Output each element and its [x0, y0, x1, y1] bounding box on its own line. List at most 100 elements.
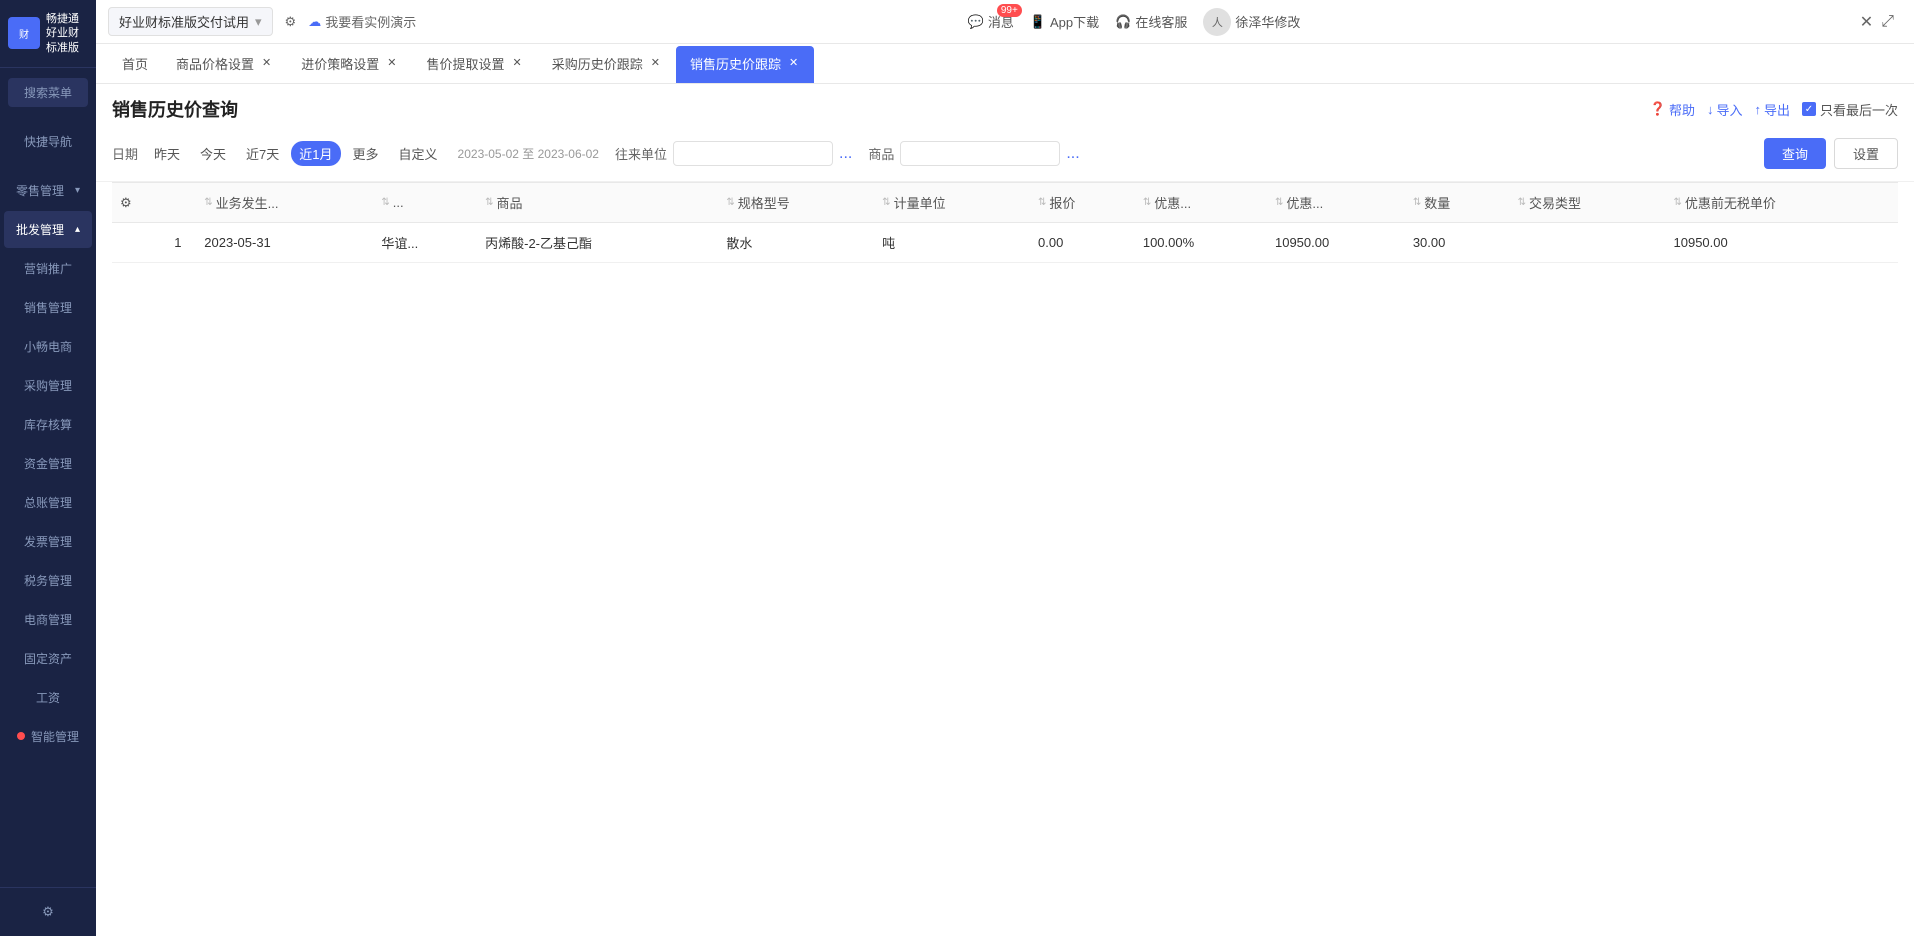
sidebar-item-sales[interactable]: 销售管理: [4, 289, 92, 326]
sidebar-item-tax[interactable]: 税务管理: [4, 562, 92, 599]
messages-button[interactable]: 💬 消息 99+: [968, 12, 1014, 31]
page-title: 销售历史价查询: [112, 96, 238, 122]
cell-business-date: 2023-05-31: [196, 223, 373, 263]
date-option-last7[interactable]: 近7天: [238, 141, 287, 166]
smart-dot-indicator: [17, 732, 25, 740]
cell-pretax-price: 10950.00: [1666, 223, 1899, 263]
query-button[interactable]: 查询: [1764, 138, 1826, 169]
user-menu[interactable]: 人 徐泽华修改: [1203, 8, 1300, 36]
col-no: [166, 183, 196, 223]
col-price[interactable]: ⇅ 报价: [1030, 183, 1135, 223]
sort-icon-price: ⇅: [1038, 197, 1046, 208]
col-spec[interactable]: ⇅ 规格型号: [718, 183, 874, 223]
headset-icon: 🎧: [1115, 14, 1131, 30]
import-button[interactable]: ↓ 导入: [1707, 100, 1743, 119]
cell-config: [112, 223, 166, 263]
sidebar-bottom: ⚙: [0, 887, 96, 936]
tab-sale-history[interactable]: 销售历史价跟踪 ✕: [676, 46, 814, 83]
date-option-custom[interactable]: 自定义: [391, 141, 446, 166]
from-unit-dots-button[interactable]: ...: [839, 145, 852, 163]
table-header-row: ⚙ ⇅ 业务发生... ⇅ ...: [112, 183, 1898, 223]
cell-no: 1: [166, 223, 196, 263]
help-button[interactable]: ❓ 帮助: [1650, 100, 1695, 119]
sidebar-item-ledger[interactable]: 总账管理: [4, 484, 92, 521]
tab-purchase-strategy[interactable]: 进价策略设置 ✕: [287, 46, 412, 83]
from-unit-filter-group: 往来单位 ...: [615, 141, 852, 166]
sidebar-item-capital[interactable]: 资金管理: [4, 445, 92, 482]
tab-close-purchase-history[interactable]: ✕: [649, 57, 662, 70]
sidebar-item-payroll[interactable]: 工资: [4, 679, 92, 716]
app-download-button[interactable]: 📱 App下载: [1030, 12, 1099, 31]
sidebar-item-ecommerce[interactable]: 电商管理: [4, 601, 92, 638]
from-unit-input[interactable]: [673, 141, 833, 166]
sort-icon-more: ⇅: [381, 197, 389, 208]
chevron-icon: ▴: [75, 224, 80, 235]
tab-home[interactable]: 首页: [108, 46, 162, 83]
col-business-date[interactable]: ⇅ 业务发生...: [196, 183, 373, 223]
product-dots-button[interactable]: ...: [1066, 145, 1079, 163]
table-row: 1 2023-05-31 华谊... 丙烯酸-2-乙基己酯 散水 吨 0.00 …: [112, 223, 1898, 263]
sidebar-item-fixed-assets[interactable]: 固定资产: [4, 640, 92, 677]
col-discount2[interactable]: ⇅ 优惠...: [1267, 183, 1405, 223]
cell-unit: 吨: [874, 223, 1030, 263]
sidebar-item-wholesale[interactable]: 批发管理 ▴: [4, 211, 92, 248]
date-option-last1m[interactable]: 近1月: [291, 141, 340, 166]
date-option-more[interactable]: 更多: [345, 141, 387, 166]
sort-asc-icon: ⇅: [204, 197, 212, 208]
sidebar-logo: 财 畅捷通好业财标准版: [0, 0, 96, 68]
tab-close-purchase-strategy[interactable]: ✕: [385, 57, 398, 70]
col-qty[interactable]: ⇅ 数量: [1405, 183, 1510, 223]
maximize-window-button[interactable]: ⤢: [1881, 13, 1894, 31]
sidebar-item-marketing[interactable]: 营销推广: [4, 250, 92, 287]
main-area: 好业财标准版交付试用 ▾ ⚙ ☁ 我要看实例演示 💬 消息 99+ 📱 App下…: [96, 0, 1914, 936]
edition-selector[interactable]: 好业财标准版交付试用 ▾: [108, 7, 273, 36]
col-more[interactable]: ⇅ ...: [373, 183, 477, 223]
data-table: ⚙ ⇅ 业务发生... ⇅ ...: [112, 182, 1898, 263]
sidebar-item-retail[interactable]: 零售管理 ▾: [4, 172, 92, 209]
sidebar-item-quick-nav[interactable]: 快捷导航: [12, 123, 84, 160]
col-unit[interactable]: ⇅ 计量单位: [874, 183, 1030, 223]
page-header-actions: ❓ 帮助 ↓ 导入 ↑ 导出 ✓ 只看最后一次: [1650, 100, 1898, 119]
tab-close-sale-history[interactable]: ✕: [787, 57, 800, 70]
tab-product-price[interactable]: 商品价格设置 ✕: [162, 46, 287, 83]
sort-icon-discount1: ⇅: [1143, 197, 1151, 208]
online-service-button[interactable]: 🎧 在线客服: [1115, 12, 1187, 31]
table-header: ⚙ ⇅ 业务发生... ⇅ ...: [112, 183, 1898, 223]
tab-sale-extract[interactable]: 售价提取设置 ✕: [412, 46, 537, 83]
demo-link[interactable]: ☁ 我要看实例演示: [308, 12, 416, 31]
only-last-checkbox[interactable]: ✓ 只看最后一次: [1802, 100, 1898, 119]
date-filter-group: 日期 昨天 今天 近7天 近1月 更多 自定义 2023-05-02 至 202…: [112, 141, 599, 166]
tab-purchase-history[interactable]: 采购历史价跟踪 ✕: [538, 46, 676, 83]
sort-icon-product: ⇅: [485, 197, 493, 208]
quick-nav-label: 快捷导航: [24, 133, 72, 150]
sidebar-settings-button[interactable]: ⚙: [4, 896, 92, 928]
import-icon: ↓: [1707, 102, 1714, 117]
tab-close-product-price[interactable]: ✕: [260, 57, 273, 70]
filter-bar: 日期 昨天 今天 近7天 近1月 更多 自定义 2023-05-02 至 202…: [96, 130, 1914, 182]
tab-close-sale-extract[interactable]: ✕: [511, 57, 524, 70]
close-window-button[interactable]: ✕: [1860, 12, 1873, 32]
sidebar-item-purchase[interactable]: 采购管理: [4, 367, 92, 404]
tabbar: 首页 商品价格设置 ✕ 进价策略设置 ✕ 售价提取设置 ✕ 采购历史价跟踪 ✕ …: [96, 44, 1914, 84]
help-icon: ❓: [1650, 101, 1666, 117]
sidebar-item-inventory[interactable]: 库存核算: [4, 406, 92, 443]
table-body: 1 2023-05-31 华谊... 丙烯酸-2-乙基己酯 散水 吨 0.00 …: [112, 223, 1898, 263]
sidebar-item-smart[interactable]: 智能管理: [4, 718, 92, 755]
col-pretax-price[interactable]: ⇅ 优惠前无税单价: [1666, 183, 1899, 223]
sidebar-item-invoice[interactable]: 发票管理: [4, 523, 92, 560]
product-input[interactable]: [900, 141, 1060, 166]
date-option-today[interactable]: 今天: [192, 141, 234, 166]
sidebar-item-ecommerce-small[interactable]: 小畅电商: [4, 328, 92, 365]
col-product[interactable]: ⇅ 商品: [477, 183, 718, 223]
col-tx-type[interactable]: ⇅ 交易类型: [1510, 183, 1666, 223]
col-discount1[interactable]: ⇅ 优惠...: [1135, 183, 1267, 223]
export-button[interactable]: ↑ 导出: [1754, 100, 1790, 119]
topbar-settings-button[interactable]: ⚙: [281, 10, 301, 34]
date-option-yesterday[interactable]: 昨天: [146, 141, 188, 166]
table-container: ⚙ ⇅ 业务发生... ⇅ ...: [96, 182, 1914, 936]
settings-button[interactable]: 设置: [1834, 138, 1898, 169]
sidebar-search-area: 搜索菜单: [0, 68, 96, 117]
search-menu-button[interactable]: 搜索菜单: [8, 78, 88, 107]
messages-badge: 99+: [997, 4, 1022, 17]
col-config[interactable]: ⚙: [112, 183, 166, 223]
